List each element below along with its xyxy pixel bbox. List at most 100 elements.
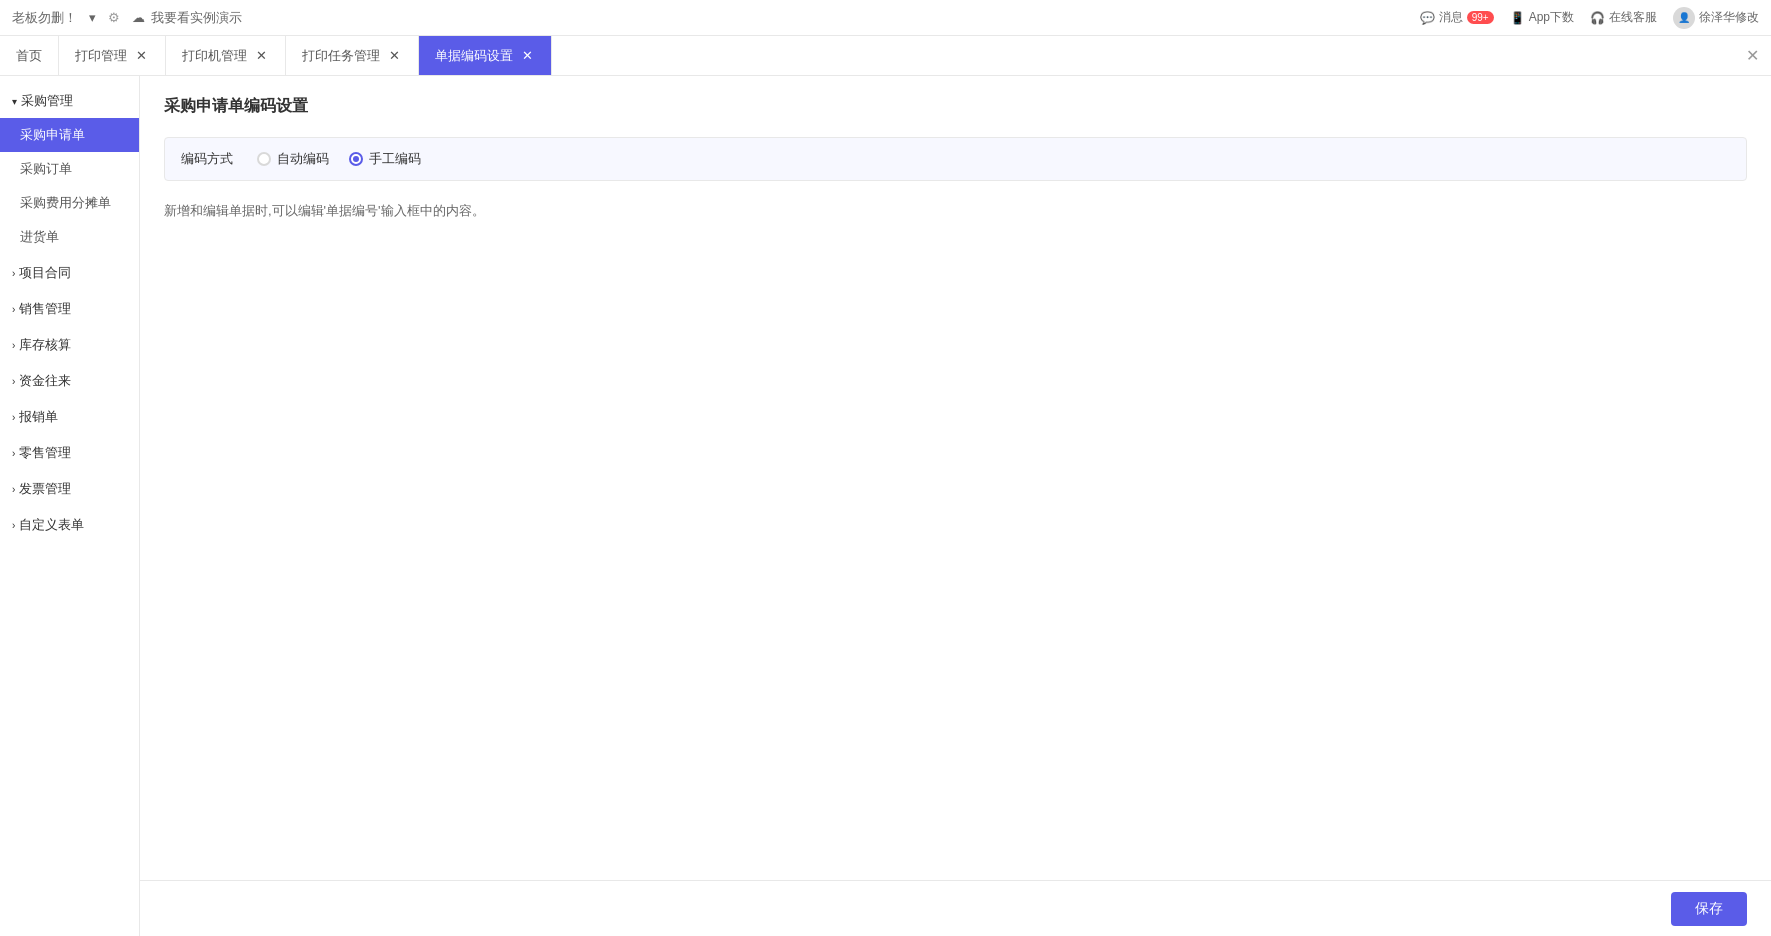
tab-printer-mgmt[interactable]: 打印机管理 ✕ — [166, 36, 286, 75]
radio-manual-encoding[interactable]: 手工编码 — [349, 150, 421, 168]
sidebar-group-invoice-mgmt: › 发票管理 — [0, 472, 139, 506]
tab-print-task-mgmt[interactable]: 打印任务管理 ✕ — [286, 36, 419, 75]
sidebar-item-purchase-request-label: 采购申请单 — [20, 127, 85, 142]
radio-manual-label: 手工编码 — [369, 150, 421, 168]
chevron-right-icon-fund: › — [12, 376, 15, 387]
tab-home[interactable]: 首页 — [0, 36, 59, 75]
dropdown-arrow-icon: ▾ — [89, 10, 96, 25]
radio-auto-encoding[interactable]: 自动编码 — [257, 150, 329, 168]
sidebar-group-project-contract: › 项目合同 — [0, 256, 139, 290]
sidebar-item-inbound[interactable]: 进货单 — [0, 220, 139, 254]
search-area[interactable]: ☁ 我要看实例演示 — [132, 9, 242, 27]
encoding-label: 编码方式 — [181, 150, 233, 168]
chevron-right-icon-invoice: › — [12, 484, 15, 495]
sidebar-group-fund-label: 资金往来 — [19, 372, 71, 390]
chevron-right-icon: › — [12, 268, 15, 279]
main-layout: ▾ 采购管理 采购申请单 采购订单 采购费用分摊单 进货单 › 项目合同 — [0, 76, 1771, 936]
radio-manual-circle — [349, 152, 363, 166]
tab-home-label: 首页 — [16, 47, 42, 65]
app-download-button[interactable]: 📱 App下数 — [1510, 9, 1574, 26]
content-footer: 保存 — [140, 880, 1771, 936]
top-bar-left: 老板勿删！ ▾ ⚙ ☁ 我要看实例演示 — [12, 9, 242, 27]
sidebar-item-purchase-request[interactable]: 采购申请单 — [0, 118, 139, 152]
msg-icon: 💬 — [1420, 11, 1435, 25]
chevron-down-icon: ▾ — [12, 96, 17, 107]
sidebar-item-purchase-order-label: 采购订单 — [20, 161, 72, 176]
sidebar-group-custom-form: › 自定义表单 — [0, 508, 139, 542]
content-body: 采购申请单编码设置 编码方式 自动编码 手工编码 新增和编辑单据时,可以编辑'单… — [140, 76, 1771, 880]
top-bar: 老板勿删！ ▾ ⚙ ☁ 我要看实例演示 💬 消息 99+ 📱 App下数 🎧 在… — [0, 0, 1771, 36]
sidebar-group-purchase-mgmt-label: 采购管理 — [21, 92, 73, 110]
sidebar-group-purchase-mgmt-title[interactable]: ▾ 采购管理 — [0, 84, 139, 118]
tab-print-task-mgmt-label: 打印任务管理 — [302, 47, 380, 65]
user-name: 徐泽华修改 — [1699, 9, 1759, 26]
sidebar-group-retail-mgmt: › 零售管理 — [0, 436, 139, 470]
chevron-right-icon-refund: › — [12, 412, 15, 423]
sidebar-group-custom-form-label: 自定义表单 — [19, 516, 84, 534]
sidebar-group-fund: › 资金往来 — [0, 364, 139, 398]
title-dropdown[interactable]: ▾ — [89, 10, 96, 25]
app-icon: 📱 — [1510, 11, 1525, 25]
top-bar-right: 💬 消息 99+ 📱 App下数 🎧 在线客服 👤 徐泽华修改 — [1420, 7, 1759, 29]
sidebar: ▾ 采购管理 采购申请单 采购订单 采购费用分摊单 进货单 › 项目合同 — [0, 76, 140, 936]
user-avatar: 👤 — [1673, 7, 1695, 29]
sidebar-group-invoice-mgmt-title[interactable]: › 发票管理 — [0, 472, 139, 506]
sidebar-group-sales-mgmt-label: 销售管理 — [19, 300, 71, 318]
sidebar-group-purchase-mgmt: ▾ 采购管理 采购申请单 采购订单 采购费用分摊单 进货单 — [0, 84, 139, 254]
description-text: 新增和编辑单据时,可以编辑'单据编号'输入框中的内容。 — [164, 201, 1747, 222]
app-label: App下数 — [1529, 9, 1574, 26]
msg-badge: 99+ — [1467, 11, 1494, 24]
service-label: 在线客服 — [1609, 9, 1657, 26]
sidebar-group-project-contract-label: 项目合同 — [19, 264, 71, 282]
chevron-right-icon-custom: › — [12, 520, 15, 531]
tab-printer-mgmt-close[interactable]: ✕ — [253, 48, 269, 64]
chevron-right-icon-inventory: › — [12, 340, 15, 351]
sidebar-item-purchase-expense[interactable]: 采购费用分摊单 — [0, 186, 139, 220]
sidebar-group-sales-mgmt-title[interactable]: › 销售管理 — [0, 292, 139, 326]
chevron-right-icon-sales: › — [12, 304, 15, 315]
radio-auto-label: 自动编码 — [277, 150, 329, 168]
sidebar-item-purchase-order[interactable]: 采购订单 — [0, 152, 139, 186]
service-icon: 🎧 — [1590, 11, 1605, 25]
sidebar-group-retail-mgmt-title[interactable]: › 零售管理 — [0, 436, 139, 470]
tab-print-mgmt[interactable]: 打印管理 ✕ — [59, 36, 166, 75]
sidebar-group-refund: › 报销单 — [0, 400, 139, 434]
encoding-section: 编码方式 自动编码 手工编码 — [164, 137, 1747, 181]
sidebar-group-inventory-label: 库存核算 — [19, 336, 71, 354]
tab-bar: 首页 打印管理 ✕ 打印机管理 ✕ 打印任务管理 ✕ 单据编码设置 ✕ ✕ — [0, 36, 1771, 76]
tab-single-code-setting[interactable]: 单据编码设置 ✕ — [419, 36, 552, 75]
tab-printer-mgmt-label: 打印机管理 — [182, 47, 247, 65]
sidebar-group-sales-mgmt: › 销售管理 — [0, 292, 139, 326]
sidebar-group-retail-mgmt-label: 零售管理 — [19, 444, 71, 462]
tab-bar-close-button[interactable]: ✕ — [1734, 36, 1771, 75]
sidebar-group-refund-title[interactable]: › 报销单 — [0, 400, 139, 434]
msg-label: 消息 — [1439, 9, 1463, 26]
radio-auto-circle — [257, 152, 271, 166]
sidebar-group-project-contract-title[interactable]: › 项目合同 — [0, 256, 139, 290]
page-title: 采购申请单编码设置 — [164, 96, 1747, 117]
sidebar-group-custom-form-title[interactable]: › 自定义表单 — [0, 508, 139, 542]
user-button[interactable]: 👤 徐泽华修改 — [1673, 7, 1759, 29]
chevron-right-icon-retail: › — [12, 448, 15, 459]
tab-single-code-setting-label: 单据编码设置 — [435, 47, 513, 65]
save-button[interactable]: 保存 — [1671, 892, 1747, 926]
tab-print-mgmt-close[interactable]: ✕ — [133, 48, 149, 64]
search-text: 我要看实例演示 — [151, 9, 242, 27]
app-title: 老板勿删！ — [12, 9, 77, 27]
gear-icon[interactable]: ⚙ — [108, 10, 120, 25]
cloud-icon: ☁ — [132, 10, 145, 25]
tab-print-mgmt-label: 打印管理 — [75, 47, 127, 65]
msg-button[interactable]: 💬 消息 99+ — [1420, 9, 1494, 26]
sidebar-group-invoice-mgmt-label: 发票管理 — [19, 480, 71, 498]
online-service-button[interactable]: 🎧 在线客服 — [1590, 9, 1657, 26]
sidebar-item-inbound-label: 进货单 — [20, 229, 59, 244]
sidebar-group-inventory-title[interactable]: › 库存核算 — [0, 328, 139, 362]
content-area: 采购申请单编码设置 编码方式 自动编码 手工编码 新增和编辑单据时,可以编辑'单… — [140, 76, 1771, 936]
sidebar-group-inventory: › 库存核算 — [0, 328, 139, 362]
encoding-radio-group: 自动编码 手工编码 — [257, 150, 421, 168]
tab-print-task-mgmt-close[interactable]: ✕ — [386, 48, 402, 64]
sidebar-group-fund-title[interactable]: › 资金往来 — [0, 364, 139, 398]
tab-single-code-setting-close[interactable]: ✕ — [519, 48, 535, 64]
sidebar-item-purchase-expense-label: 采购费用分摊单 — [20, 195, 111, 210]
sidebar-group-refund-label: 报销单 — [19, 408, 58, 426]
